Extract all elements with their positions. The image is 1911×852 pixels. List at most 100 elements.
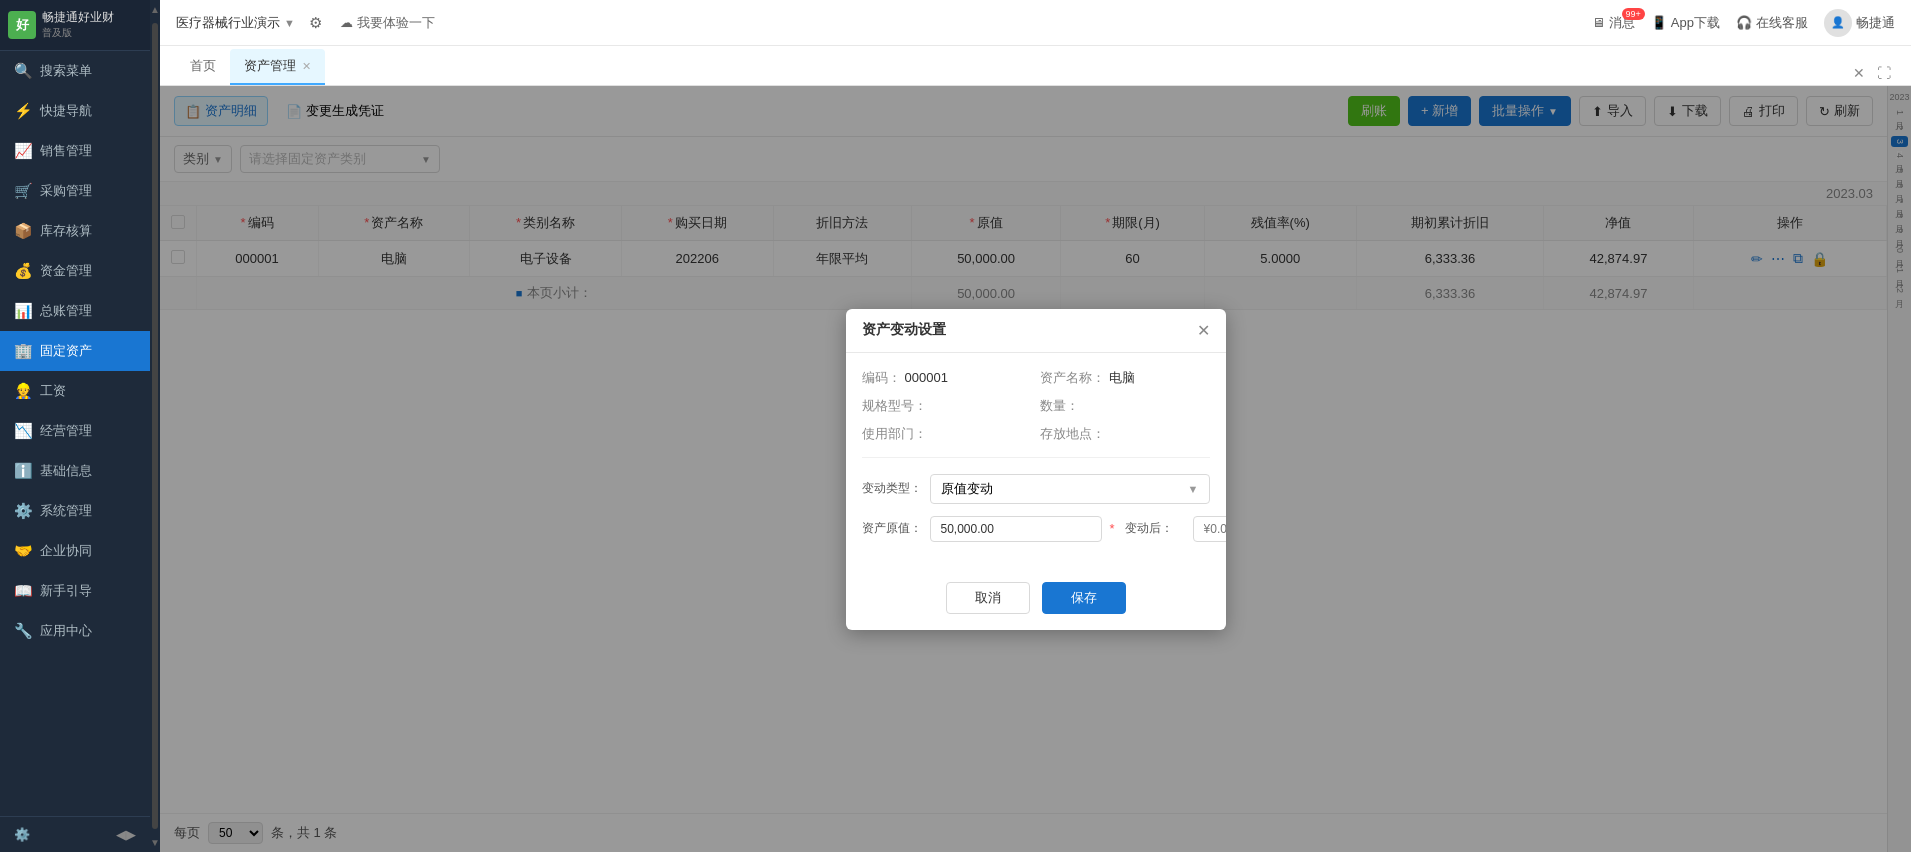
menu-icon-13: 📖 <box>14 582 32 600</box>
info-quantity: 数量： <box>1040 397 1210 415</box>
menu-icon-3: 🛒 <box>14 182 32 200</box>
dialog-body: 编码： 000001 资产名称： 电脑 规格型号： 数量： <box>846 353 1226 570</box>
menu-label-14: 应用中心 <box>40 622 92 640</box>
menu-label-5: 资金管理 <box>40 262 92 280</box>
app-logo: 好 <box>8 11 36 39</box>
cancel-button[interactable]: 取消 <box>946 582 1030 614</box>
change-type-dropdown-icon: ▼ <box>1188 483 1199 495</box>
menu-label-9: 经营管理 <box>40 422 92 440</box>
info-location: 存放地点： <box>1040 425 1210 443</box>
sidebar-item-快捷导航[interactable]: ⚡ 快捷导航 <box>0 91 150 131</box>
dialog-header: 资产变动设置 ✕ <box>846 309 1226 353</box>
menu-icon-6: 📊 <box>14 302 32 320</box>
notification-badge: 99+ <box>1622 8 1645 20</box>
topbar-settings-icon[interactable]: ⚙ <box>309 14 322 32</box>
content-area: 📋 资产明细 📄 变更生成凭证 刷账 + 新增 批量操作 ▼ <box>160 86 1911 852</box>
original-value-label: 资产原值： <box>862 520 922 537</box>
dialog-info-grid: 编码： 000001 资产名称： 电脑 规格型号： 数量： <box>862 369 1210 458</box>
original-value-row: 资产原值： * 变动后： <box>862 516 1210 542</box>
menu-label-7: 固定资产 <box>40 342 92 360</box>
bell-icon: 🖥 <box>1592 15 1605 30</box>
change-type-select[interactable]: 原值变动 ▼ <box>930 474 1210 504</box>
sidebar-item-销售管理[interactable]: 📈 销售管理 <box>0 131 150 171</box>
sidebar-footer: ⚙️ ◀▶ <box>0 816 150 852</box>
menu-label-6: 总账管理 <box>40 302 92 320</box>
window-maximize-icon[interactable]: ⛶ <box>1873 61 1895 85</box>
user-menu[interactable]: 👤 畅捷通 <box>1824 9 1895 37</box>
sidebar-scroll: ▲ ▼ <box>150 0 160 852</box>
menu-icon-14: 🔧 <box>14 622 32 640</box>
sidebar-item-系统管理[interactable]: ⚙️系统管理 <box>0 491 150 531</box>
topbar: 医疗器械行业演示 ▼ ⚙ ☁ 我要体验一下 🖥 消息 99+ 📱 App下载 🎧… <box>160 0 1911 46</box>
sidebar-header: 好 畅捷通好业财 普及版 <box>0 0 150 51</box>
original-value-input[interactable] <box>930 516 1102 542</box>
sidebar-item-搜索菜单[interactable]: 🔍 搜索菜单 <box>0 51 150 91</box>
menu-label-4: 库存核算 <box>40 222 92 240</box>
info-code: 编码： 000001 <box>862 369 1032 387</box>
dialog-footer: 取消 保存 <box>846 570 1226 630</box>
collapse-icon[interactable]: ◀▶ <box>116 827 136 842</box>
change-type-row: 变动类型： 原值变动 ▼ <box>862 474 1210 504</box>
cloud-icon: ☁ <box>340 15 353 30</box>
menu-icon-2: 📈 <box>14 142 32 160</box>
settings-icon[interactable]: ⚙️ <box>14 827 30 842</box>
app-download-button[interactable]: 📱 App下载 <box>1651 14 1720 32</box>
app-version: 普及版 <box>42 26 114 40</box>
scroll-thumb[interactable] <box>152 23 158 829</box>
required-mark: * <box>1110 521 1115 536</box>
modal-overlay: 资产变动设置 ✕ 编码： 000001 资产名称： 电脑 <box>160 86 1911 852</box>
sidebar-item-新手引导[interactable]: 📖 新手引导 <box>0 571 150 611</box>
menu-icon-7: 🏢 <box>14 342 32 360</box>
after-change-input[interactable] <box>1193 516 1226 542</box>
company-name: 医疗器械行业演示 <box>176 14 280 32</box>
menu-icon-8: 👷 <box>14 382 32 400</box>
sidebar-item-应用中心[interactable]: 🔧 应用中心 <box>0 611 150 651</box>
sidebar: 好 畅捷通好业财 普及版 🔍 搜索菜单 ⚡ 快捷导航 📈 销售管理 🛒 采购管理 📦 库存核算 💰 资… <box>0 0 150 852</box>
sidebar-item-企业协同[interactable]: 🤝 企业协同 <box>0 531 150 571</box>
sidebar-item-采购管理[interactable]: 🛒 采购管理 <box>0 171 150 211</box>
asset-change-dialog: 资产变动设置 ✕ 编码： 000001 资产名称： 电脑 <box>846 309 1226 630</box>
menu-label-0: 搜索菜单 <box>40 62 92 80</box>
sidebar-item-工资[interactable]: 👷工资 <box>0 371 150 411</box>
menu-icon-10: ℹ️ <box>14 462 32 480</box>
avatar: 👤 <box>1824 9 1852 37</box>
app-name: 畅捷通好业财 <box>42 10 114 26</box>
tab-home[interactable]: 首页 <box>176 49 230 85</box>
sidebar-item-资金管理[interactable]: 💰 资金管理 <box>0 251 150 291</box>
save-button[interactable]: 保存 <box>1042 582 1126 614</box>
after-change-label: 变动后： <box>1125 520 1185 537</box>
menu-label-12: 企业协同 <box>40 542 92 560</box>
menu-icon-12: 🤝 <box>14 542 32 560</box>
tabbar: 首页 资产管理 ✕ ✕ ⛶ <box>160 46 1911 86</box>
notifications-button[interactable]: 🖥 消息 99+ <box>1592 14 1635 32</box>
experience-button[interactable]: ☁ 我要体验一下 <box>340 14 435 32</box>
menu-icon-9: 📉 <box>14 422 32 440</box>
menu-label-13: 新手引导 <box>40 582 92 600</box>
menu-icon-0: 🔍 <box>14 62 32 80</box>
dialog-close-button[interactable]: ✕ <box>1197 321 1210 340</box>
menu-icon-4: 📦 <box>14 222 32 240</box>
sidebar-item-总账管理[interactable]: 📊 总账管理 <box>0 291 150 331</box>
download-icon: 📱 <box>1651 15 1667 30</box>
info-spec: 规格型号： <box>862 397 1032 415</box>
info-name: 资产名称： 电脑 <box>1040 369 1210 387</box>
menu-icon-5: 💰 <box>14 262 32 280</box>
sidebar-item-基础信息[interactable]: ℹ️ 基础信息 <box>0 451 150 491</box>
dialog-title: 资产变动设置 <box>862 321 946 339</box>
sidebar-item-经营管理[interactable]: 📉 经营管理 <box>0 411 150 451</box>
customer-service-button[interactable]: 🎧 在线客服 <box>1736 14 1808 32</box>
menu-label-10: 基础信息 <box>40 462 92 480</box>
info-dept: 使用部门： <box>862 425 1032 443</box>
menu-label-1: 快捷导航 <box>40 102 92 120</box>
menu-icon-11: ⚙️ <box>14 502 32 520</box>
menu-label-3: 采购管理 <box>40 182 92 200</box>
window-close-icon[interactable]: ✕ <box>1849 61 1869 85</box>
sidebar-item-固定资产[interactable]: 🏢 固定资产 <box>0 331 150 371</box>
menu-label-2: 销售管理 <box>40 142 92 160</box>
sidebar-item-库存核算[interactable]: 📦 库存核算 <box>0 211 150 251</box>
tab-asset-management[interactable]: 资产管理 ✕ <box>230 49 325 85</box>
menu-icon-1: ⚡ <box>14 102 32 120</box>
tab-close-icon[interactable]: ✕ <box>302 60 311 73</box>
topbar-right: 🖥 消息 99+ 📱 App下载 🎧 在线客服 👤 畅捷通 <box>1592 9 1895 37</box>
company-selector[interactable]: 医疗器械行业演示 ▼ <box>176 14 295 32</box>
